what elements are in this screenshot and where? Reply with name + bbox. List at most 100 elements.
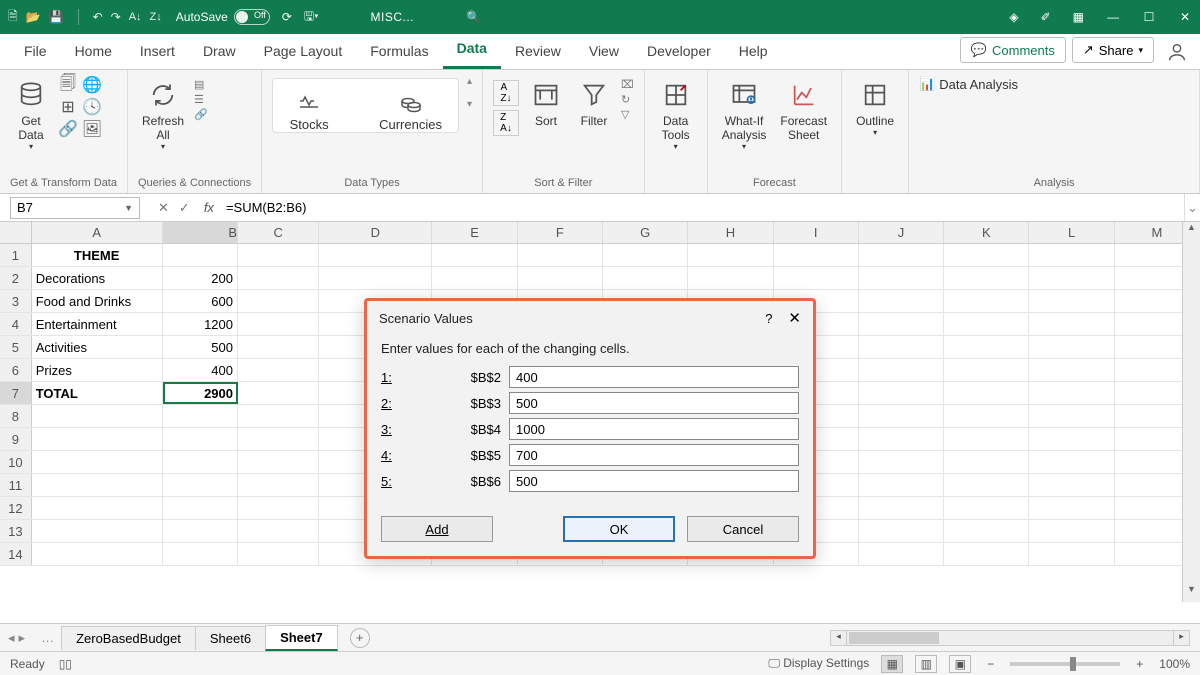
cell[interactable]	[859, 313, 944, 335]
cell[interactable]	[518, 244, 603, 266]
cell[interactable]	[859, 244, 944, 266]
refresh-all-button[interactable]: Refresh All ▾	[138, 76, 188, 153]
tab-draw[interactable]: Draw	[189, 35, 250, 69]
cell[interactable]	[859, 336, 944, 358]
cell[interactable]	[944, 497, 1029, 519]
refresh-icon[interactable]: ⟳	[282, 10, 292, 24]
search-icon[interactable]: 🔍	[466, 10, 481, 24]
cell[interactable]	[1029, 520, 1114, 542]
cell[interactable]	[944, 428, 1029, 450]
cell[interactable]	[1029, 244, 1114, 266]
sort-desc-button[interactable]: ZA↓	[493, 110, 519, 136]
display-mode-icon[interactable]: ▦	[1073, 10, 1084, 24]
sort-asc-button[interactable]: AZ↓	[493, 80, 519, 106]
cell[interactable]	[238, 359, 319, 381]
cell[interactable]	[238, 428, 319, 450]
stocks-button[interactable]: Stocks	[289, 89, 329, 132]
more-sheets[interactable]: …	[33, 630, 62, 645]
row-header[interactable]: 13	[0, 520, 32, 542]
outline-button[interactable]: Outline ▾	[852, 76, 898, 139]
cell[interactable]	[1029, 428, 1114, 450]
document-name[interactable]: MISC...	[371, 10, 415, 24]
cell[interactable]	[944, 267, 1029, 289]
row-header[interactable]: 7	[0, 382, 32, 404]
cell[interactable]: 600	[163, 290, 238, 312]
redo-icon[interactable]: ↷	[111, 10, 121, 24]
ok-button[interactable]: OK	[563, 516, 675, 542]
cell[interactable]	[944, 336, 1029, 358]
cell[interactable]	[32, 543, 163, 565]
cell[interactable]	[944, 520, 1029, 542]
cell[interactable]	[163, 543, 238, 565]
cell[interactable]	[238, 451, 319, 473]
cell[interactable]	[859, 359, 944, 381]
vertical-scrollbar[interactable]: ▲ ▼	[1182, 222, 1200, 602]
col-header-c[interactable]: C	[238, 222, 319, 243]
from-table-icon[interactable]: ⊞	[58, 98, 78, 116]
tab-developer[interactable]: Developer	[633, 35, 725, 69]
cell[interactable]	[944, 313, 1029, 335]
properties-icon[interactable]: ☰	[194, 93, 208, 106]
cell[interactable]	[859, 520, 944, 542]
save-icon-2[interactable]: 🖫▾	[304, 7, 319, 28]
col-header-g[interactable]: G	[603, 222, 688, 243]
cell[interactable]	[163, 451, 238, 473]
zoom-slider[interactable]	[1010, 662, 1120, 666]
col-header-h[interactable]: H	[688, 222, 773, 243]
enter-formula-icon[interactable]: ✓	[179, 200, 190, 216]
cell[interactable]	[238, 382, 319, 404]
col-header-l[interactable]: L	[1029, 222, 1114, 243]
cell[interactable]	[859, 497, 944, 519]
data-tools-button[interactable]: Data Tools ▾	[655, 76, 697, 153]
brush-icon[interactable]: ✐	[1041, 10, 1051, 24]
cell[interactable]	[1029, 497, 1114, 519]
cell[interactable]: 1200	[163, 313, 238, 335]
cell[interactable]: 400	[163, 359, 238, 381]
cell[interactable]	[238, 313, 319, 335]
help-icon[interactable]: ?	[765, 311, 772, 326]
cell[interactable]	[859, 451, 944, 473]
tab-formulas[interactable]: Formulas	[356, 35, 442, 69]
cell[interactable]	[32, 497, 163, 519]
zoom-level[interactable]: 100%	[1159, 657, 1190, 671]
scroll-down-icon[interactable]: ▼	[1183, 584, 1200, 602]
cell[interactable]	[238, 497, 319, 519]
name-box[interactable]: B7 ▼	[10, 197, 140, 219]
tab-data[interactable]: Data	[443, 32, 501, 69]
macro-record-icon[interactable]: ▯▯	[59, 657, 72, 671]
currencies-button[interactable]: Currencies	[379, 89, 442, 132]
cell[interactable]	[1029, 543, 1114, 565]
new-file-icon[interactable]: 🗎	[8, 7, 18, 28]
scroll-up-icon[interactable]: ▲	[1183, 222, 1200, 240]
scenario-value-input[interactable]	[509, 444, 799, 466]
minimize-button[interactable]: —	[1106, 10, 1120, 24]
diamond-icon[interactable]: ◈	[1009, 10, 1018, 24]
forecast-sheet-button[interactable]: Forecast Sheet	[776, 76, 831, 144]
get-data-button[interactable]: Get Data ▾	[10, 76, 52, 153]
row-header[interactable]: 6	[0, 359, 32, 381]
col-header-j[interactable]: J	[859, 222, 944, 243]
formula-input[interactable]: =SUM(B2:B6)	[220, 200, 1184, 215]
view-page-break-icon[interactable]: ▣	[949, 655, 971, 673]
tab-review[interactable]: Review	[501, 35, 575, 69]
zoom-in-button[interactable]: +	[1132, 657, 1147, 671]
row-header[interactable]: 2	[0, 267, 32, 289]
cell[interactable]	[859, 290, 944, 312]
row-header[interactable]: 3	[0, 290, 32, 312]
cell[interactable]	[432, 244, 517, 266]
horizontal-scrollbar[interactable]: ◂ ▸	[830, 630, 1190, 646]
cell[interactable]	[859, 543, 944, 565]
cell[interactable]	[688, 244, 773, 266]
cell[interactable]	[1029, 267, 1114, 289]
scenario-value-input[interactable]	[509, 470, 799, 492]
cell[interactable]	[238, 244, 319, 266]
cell[interactable]	[944, 405, 1029, 427]
cell[interactable]: TOTAL	[32, 382, 163, 404]
cell[interactable]	[32, 474, 163, 496]
cell[interactable]	[1029, 405, 1114, 427]
zoom-out-button[interactable]: −	[983, 657, 998, 671]
recent-sources-icon[interactable]: 🕓	[82, 98, 102, 116]
row-header[interactable]: 11	[0, 474, 32, 496]
cell[interactable]: Food and Drinks	[32, 290, 163, 312]
col-header-d[interactable]: D	[319, 222, 432, 243]
